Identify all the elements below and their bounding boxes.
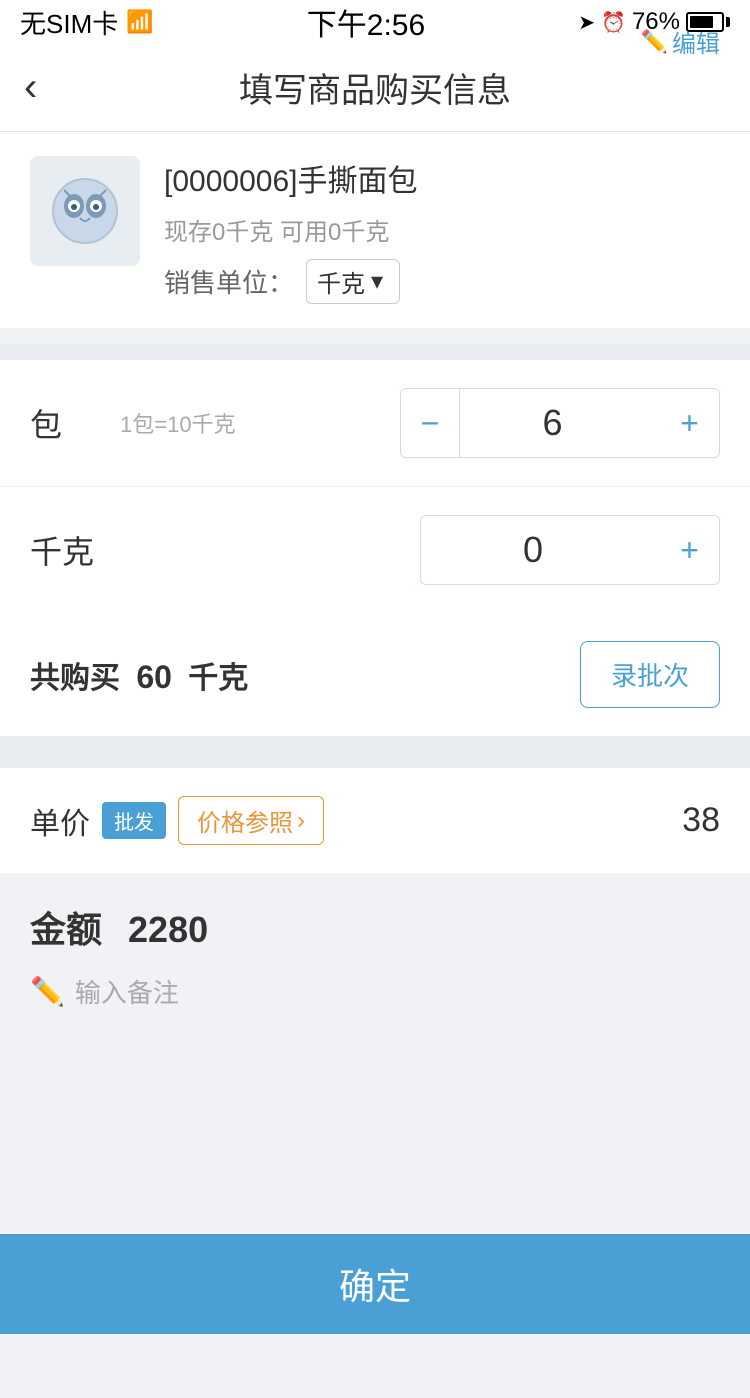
package-row: 包 1包=10千克 − + [0, 360, 750, 487]
wholesale-badge: 批发 [102, 802, 166, 839]
total-text: 共购买 60 千克 [30, 653, 248, 697]
location-icon: ➤ [578, 10, 595, 35]
edit-icon: ✏️ [641, 29, 668, 55]
price-left: 单价 批发 价格参照 › [30, 796, 324, 845]
pencil-icon: ✏️ [30, 975, 65, 1008]
amount-value: 2280 [128, 909, 208, 950]
kilogram-qty-input[interactable] [420, 515, 660, 585]
note-placeholder: 输入备注 [75, 973, 179, 1010]
unit-label: 销售单位： [164, 263, 294, 300]
unit-select[interactable]: 千克 ▾ [306, 259, 400, 304]
package-plus-button[interactable]: + [660, 388, 720, 458]
kilogram-label: 千克 [30, 527, 110, 573]
unit-value: 千克 [317, 264, 365, 299]
product-name: [0000006]手撕面包 [164, 156, 720, 200]
price-ref-label: 价格参照 [197, 803, 293, 838]
note-row[interactable]: ✏️ 输入备注 [30, 973, 720, 1010]
product-info: [0000006]手撕面包 现存0千克 可用0千克 销售单位： 千克 ▾ [164, 156, 720, 304]
kilogram-qty-control: + [420, 515, 720, 585]
amount-label: 金额 [30, 909, 102, 950]
edit-label: 编辑 [672, 24, 720, 59]
product-image [30, 156, 140, 266]
back-button[interactable]: ‹ [24, 65, 37, 110]
price-reference-button[interactable]: 价格参照 › [178, 796, 324, 845]
package-label: 包 [30, 400, 110, 446]
status-bar: 无SIM卡 📶 下午2:56 ➤ ⏰ 76% [0, 0, 750, 44]
product-logo [50, 176, 120, 246]
plus-icon: + [680, 405, 699, 442]
product-stock: 现存0千克 可用0千克 [164, 212, 720, 247]
product-unit-row: 销售单位： 千克 ▾ [164, 259, 720, 304]
package-hint: 1包=10千克 [120, 407, 400, 439]
amount-row: 金额 2280 [30, 901, 720, 953]
status-time: 下午2:56 [307, 0, 425, 44]
record-batch-button[interactable]: 录批次 [580, 641, 720, 708]
product-card: [0000006]手撕面包 现存0千克 可用0千克 销售单位： 千克 ▾ ✏️ … [0, 132, 750, 328]
price-value: 38 [682, 801, 720, 840]
page-title: 填写商品购买信息 [239, 63, 511, 112]
package-qty-input[interactable] [460, 388, 660, 458]
package-minus-button[interactable]: − [400, 388, 460, 458]
total-prefix: 共购买 [30, 662, 120, 695]
status-left: 无SIM卡 📶 [20, 4, 154, 41]
total-amount: 60 [136, 659, 172, 695]
carrier-label: 无SIM卡 [20, 4, 118, 41]
kilogram-plus-button[interactable]: + [660, 515, 720, 585]
amount-section: 金额 2280 ✏️ 输入备注 [0, 873, 750, 1038]
edit-button[interactable]: ✏️ 编辑 [641, 24, 720, 59]
nav-bar: ‹ 填写商品购买信息 [0, 44, 750, 132]
content-spacer [0, 1038, 750, 1398]
confirm-label: 确定 [339, 1258, 411, 1310]
price-section: 单价 批发 价格参照 › 38 [0, 752, 750, 873]
confirm-button[interactable]: 确定 [0, 1234, 750, 1334]
package-section: 包 1包=10千克 − + 千克 + [0, 360, 750, 613]
kilogram-row: 千克 + [0, 487, 750, 613]
section-separator-2 [0, 736, 750, 752]
wifi-icon: 📶 [126, 9, 153, 35]
section-separator-1 [0, 344, 750, 360]
total-unit: 千克 [188, 662, 248, 695]
alarm-icon: ⏰ [601, 10, 626, 35]
package-qty-control: − + [400, 388, 720, 458]
minus-icon: − [421, 405, 440, 442]
kg-plus-icon: + [680, 532, 699, 569]
price-label: 单价 [30, 799, 90, 843]
unit-arrow: ▾ [371, 267, 383, 296]
price-ref-arrow: › [297, 807, 305, 835]
total-row: 共购买 60 千克 录批次 [0, 613, 750, 736]
